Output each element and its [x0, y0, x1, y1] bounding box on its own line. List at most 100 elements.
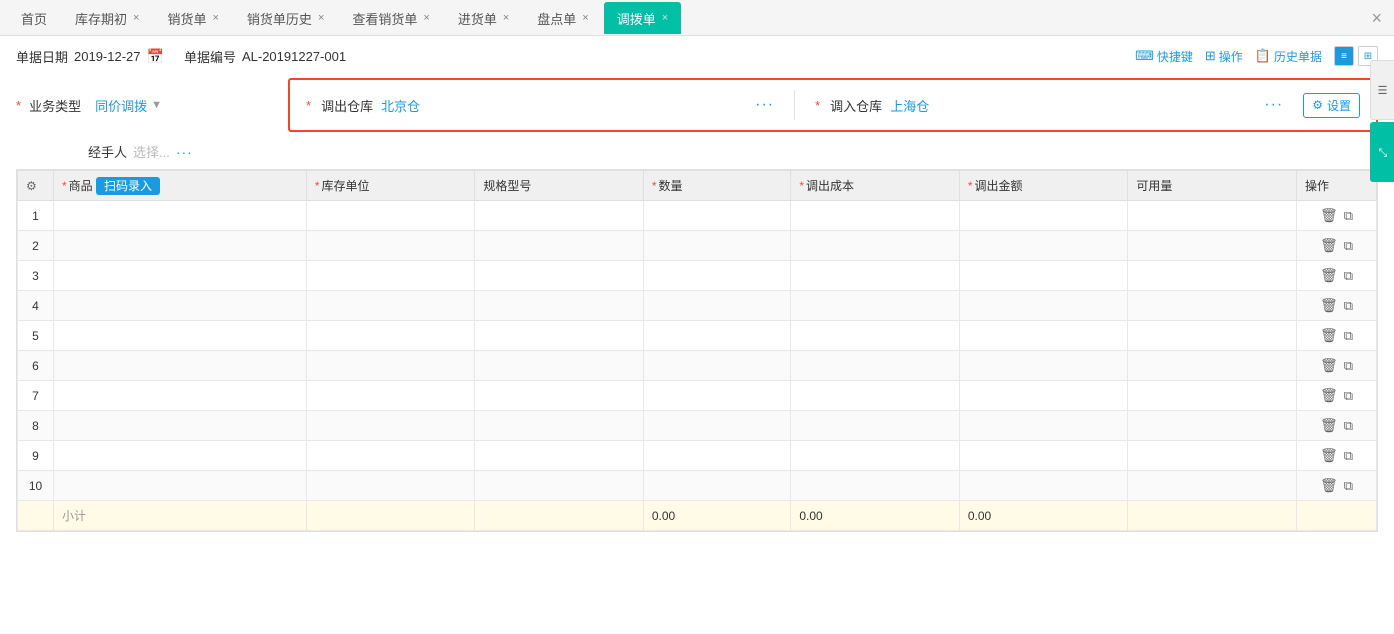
right-panel-list-btn[interactable]: ☰	[1370, 60, 1394, 120]
amount-cell-2[interactable]	[959, 231, 1128, 261]
amount-cell-6[interactable]	[959, 351, 1128, 381]
available-cell-2[interactable]	[1128, 231, 1297, 261]
product-cell-4[interactable]	[54, 291, 307, 321]
amount-cell-3[interactable]	[959, 261, 1128, 291]
amount-cell-10[interactable]	[959, 471, 1128, 501]
cost-cell-9[interactable]	[791, 441, 960, 471]
qty-cell-3[interactable]	[643, 261, 790, 291]
delete-icon-5[interactable]: 🗑	[1320, 327, 1338, 344]
spec-cell-4[interactable]	[475, 291, 644, 321]
spec-cell-8[interactable]	[475, 411, 644, 441]
biz-type-dropdown[interactable]: 同价调拨 ▼	[87, 92, 170, 119]
available-cell-5[interactable]	[1128, 321, 1297, 351]
window-close-button[interactable]: ×	[1371, 8, 1382, 29]
available-cell-10[interactable]	[1128, 471, 1297, 501]
product-cell-7[interactable]	[54, 381, 307, 411]
available-cell-3[interactable]	[1128, 261, 1297, 291]
cost-cell-3[interactable]	[791, 261, 960, 291]
tab-view-sales[interactable]: 查看销货单 ×	[339, 2, 442, 34]
cost-cell-7[interactable]	[791, 381, 960, 411]
tab-inventory-init[interactable]: 库存期初 ×	[62, 2, 152, 34]
product-cell-1[interactable]	[54, 201, 307, 231]
warehouse-in-more[interactable]: ···	[1264, 96, 1283, 114]
copy-icon-4[interactable]: ⧉	[1344, 298, 1353, 314]
product-cell-2[interactable]	[54, 231, 307, 261]
tab-sales-order[interactable]: 销货单 ×	[154, 2, 231, 34]
spec-cell-2[interactable]	[475, 231, 644, 261]
tab-close-sales-order[interactable]: ×	[212, 12, 218, 24]
col-settings[interactable]: ⚙	[18, 171, 54, 201]
delete-icon-1[interactable]: 🗑	[1320, 207, 1338, 224]
unit-cell-2[interactable]	[306, 231, 475, 261]
copy-icon-6[interactable]: ⧉	[1344, 358, 1353, 374]
qty-cell-10[interactable]	[643, 471, 790, 501]
available-cell-7[interactable]	[1128, 381, 1297, 411]
warehouse-in-value[interactable]: 上海仓	[890, 96, 929, 115]
product-cell-8[interactable]	[54, 411, 307, 441]
spec-cell-5[interactable]	[475, 321, 644, 351]
layout-list-icon[interactable]: ≡	[1334, 46, 1354, 66]
scan-button[interactable]: 扫码录入	[96, 177, 160, 195]
spec-cell-1[interactable]	[475, 201, 644, 231]
cost-cell-4[interactable]	[791, 291, 960, 321]
amount-cell-5[interactable]	[959, 321, 1128, 351]
warehouse-out-value[interactable]: 北京仓	[381, 96, 420, 115]
tab-close-view-sales[interactable]: ×	[423, 12, 429, 24]
qty-cell-9[interactable]	[643, 441, 790, 471]
tab-home[interactable]: 首页	[8, 2, 60, 34]
amount-cell-7[interactable]	[959, 381, 1128, 411]
cost-cell-1[interactable]	[791, 201, 960, 231]
delete-icon-7[interactable]: 🗑	[1320, 387, 1338, 404]
tab-close-stocktake[interactable]: ×	[582, 12, 588, 24]
available-cell-4[interactable]	[1128, 291, 1297, 321]
unit-cell-6[interactable]	[306, 351, 475, 381]
delete-icon-9[interactable]: 🗑	[1320, 447, 1338, 464]
tab-close-purchase[interactable]: ×	[503, 12, 509, 24]
copy-icon-2[interactable]: ⧉	[1344, 238, 1353, 254]
available-cell-1[interactable]	[1128, 201, 1297, 231]
copy-icon-5[interactable]: ⧉	[1344, 328, 1353, 344]
delete-icon-2[interactable]: 🗑	[1320, 237, 1338, 254]
cost-cell-10[interactable]	[791, 471, 960, 501]
delete-icon-8[interactable]: 🗑	[1320, 417, 1338, 434]
available-cell-6[interactable]	[1128, 351, 1297, 381]
amount-cell-8[interactable]	[959, 411, 1128, 441]
unit-cell-4[interactable]	[306, 291, 475, 321]
copy-icon-7[interactable]: ⧉	[1344, 388, 1353, 404]
product-cell-5[interactable]	[54, 321, 307, 351]
delete-icon-6[interactable]: 🗑	[1320, 357, 1338, 374]
shortcuts-button[interactable]: ⌨ 快捷键	[1135, 48, 1193, 65]
qty-cell-2[interactable]	[643, 231, 790, 261]
available-cell-8[interactable]	[1128, 411, 1297, 441]
qty-cell-8[interactable]	[643, 411, 790, 441]
copy-icon-1[interactable]: ⧉	[1344, 208, 1353, 224]
copy-icon-9[interactable]: ⧉	[1344, 448, 1353, 464]
unit-cell-3[interactable]	[306, 261, 475, 291]
tab-transfer[interactable]: 调拨单 ×	[604, 2, 681, 34]
qty-cell-6[interactable]	[643, 351, 790, 381]
handler-select[interactable]: 选择...	[133, 142, 170, 161]
operations-button[interactable]: ⊞ 操作	[1205, 48, 1243, 65]
right-panel-expand-btn[interactable]: ⤢	[1370, 122, 1394, 182]
qty-cell-7[interactable]	[643, 381, 790, 411]
cost-cell-8[interactable]	[791, 411, 960, 441]
product-cell-9[interactable]	[54, 441, 307, 471]
unit-cell-5[interactable]	[306, 321, 475, 351]
spec-cell-6[interactable]	[475, 351, 644, 381]
delete-icon-4[interactable]: 🗑	[1320, 297, 1338, 314]
unit-cell-7[interactable]	[306, 381, 475, 411]
tab-close-transfer[interactable]: ×	[662, 12, 668, 24]
product-cell-6[interactable]	[54, 351, 307, 381]
cost-cell-5[interactable]	[791, 321, 960, 351]
delete-icon-3[interactable]: 🗑	[1320, 267, 1338, 284]
copy-icon-8[interactable]: ⧉	[1344, 418, 1353, 434]
calendar-icon[interactable]: 📅	[147, 48, 164, 65]
unit-cell-8[interactable]	[306, 411, 475, 441]
tab-stocktake[interactable]: 盘点单 ×	[524, 2, 601, 34]
amount-cell-1[interactable]	[959, 201, 1128, 231]
settings-button[interactable]: ⚙ 设置	[1303, 93, 1360, 118]
qty-cell-1[interactable]	[643, 201, 790, 231]
handler-more[interactable]: ···	[176, 144, 193, 160]
cost-cell-6[interactable]	[791, 351, 960, 381]
warehouse-out-more[interactable]: ···	[755, 96, 774, 114]
